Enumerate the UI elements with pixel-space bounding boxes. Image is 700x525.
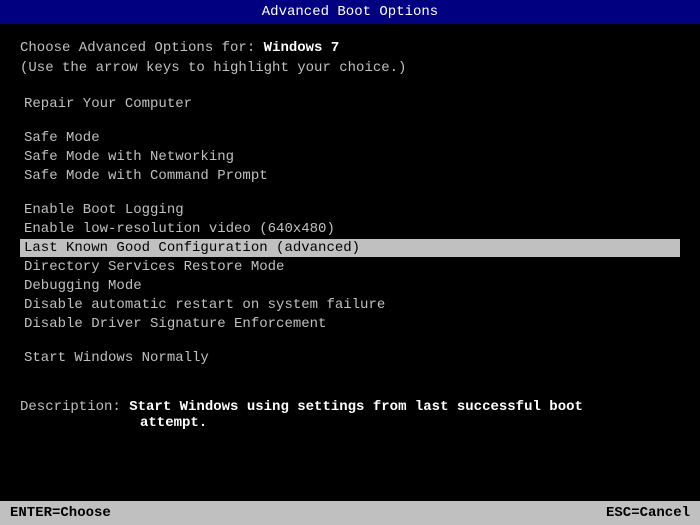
header-os: Windows 7 [264, 40, 340, 56]
description-line2: attempt. [20, 415, 680, 431]
menu-item-debugging[interactable]: Debugging Mode [20, 277, 680, 295]
gap1 [20, 80, 680, 94]
menu-item-directory-services[interactable]: Directory Services Restore Mode [20, 258, 680, 276]
title-text: Advanced Boot Options [262, 4, 438, 20]
menu-item-safe-mode[interactable]: Safe Mode [20, 129, 680, 147]
gap4 [20, 334, 680, 348]
menu-container: Repair Your Computer Safe Mode Safe Mode… [20, 80, 680, 367]
gap5 [20, 385, 680, 399]
menu-item-safe-mode-command[interactable]: Safe Mode with Command Prompt [20, 167, 680, 185]
menu-item-disable-driver-sig[interactable]: Disable Driver Signature Enforcement [20, 315, 680, 333]
footer-bar: ENTER=Choose ESC=Cancel [0, 501, 700, 525]
menu-item-start-normally[interactable]: Start Windows Normally [20, 349, 680, 367]
description-text-line2: attempt. [140, 415, 207, 431]
gap2 [20, 114, 680, 128]
description-area: Description: Start Windows using setting… [20, 385, 680, 431]
menu-item-safe-mode-networking[interactable]: Safe Mode with Networking [20, 148, 680, 166]
gap3 [20, 186, 680, 200]
main-content: Choose Advanced Options for: Windows 7 (… [0, 24, 700, 443]
title-bar: Advanced Boot Options [0, 0, 700, 24]
footer-left: ENTER=Choose [10, 505, 111, 521]
menu-item-boot-logging[interactable]: Enable Boot Logging [20, 201, 680, 219]
menu-item-disable-restart[interactable]: Disable automatic restart on system fail… [20, 296, 680, 314]
description-text: Start Windows using settings from last s… [129, 399, 583, 415]
header-line2: (Use the arrow keys to highlight your ch… [20, 60, 680, 76]
footer-right: ESC=Cancel [606, 505, 690, 521]
menu-item-repair[interactable]: Repair Your Computer [20, 95, 680, 113]
menu-item-last-known-good[interactable]: Last Known Good Configuration (advanced) [20, 239, 680, 257]
header-prefix: Choose Advanced Options for: [20, 40, 264, 56]
menu-item-low-res[interactable]: Enable low-resolution video (640x480) [20, 220, 680, 238]
header-line1: Choose Advanced Options for: Windows 7 [20, 40, 680, 56]
description-label: Description: [20, 399, 129, 415]
